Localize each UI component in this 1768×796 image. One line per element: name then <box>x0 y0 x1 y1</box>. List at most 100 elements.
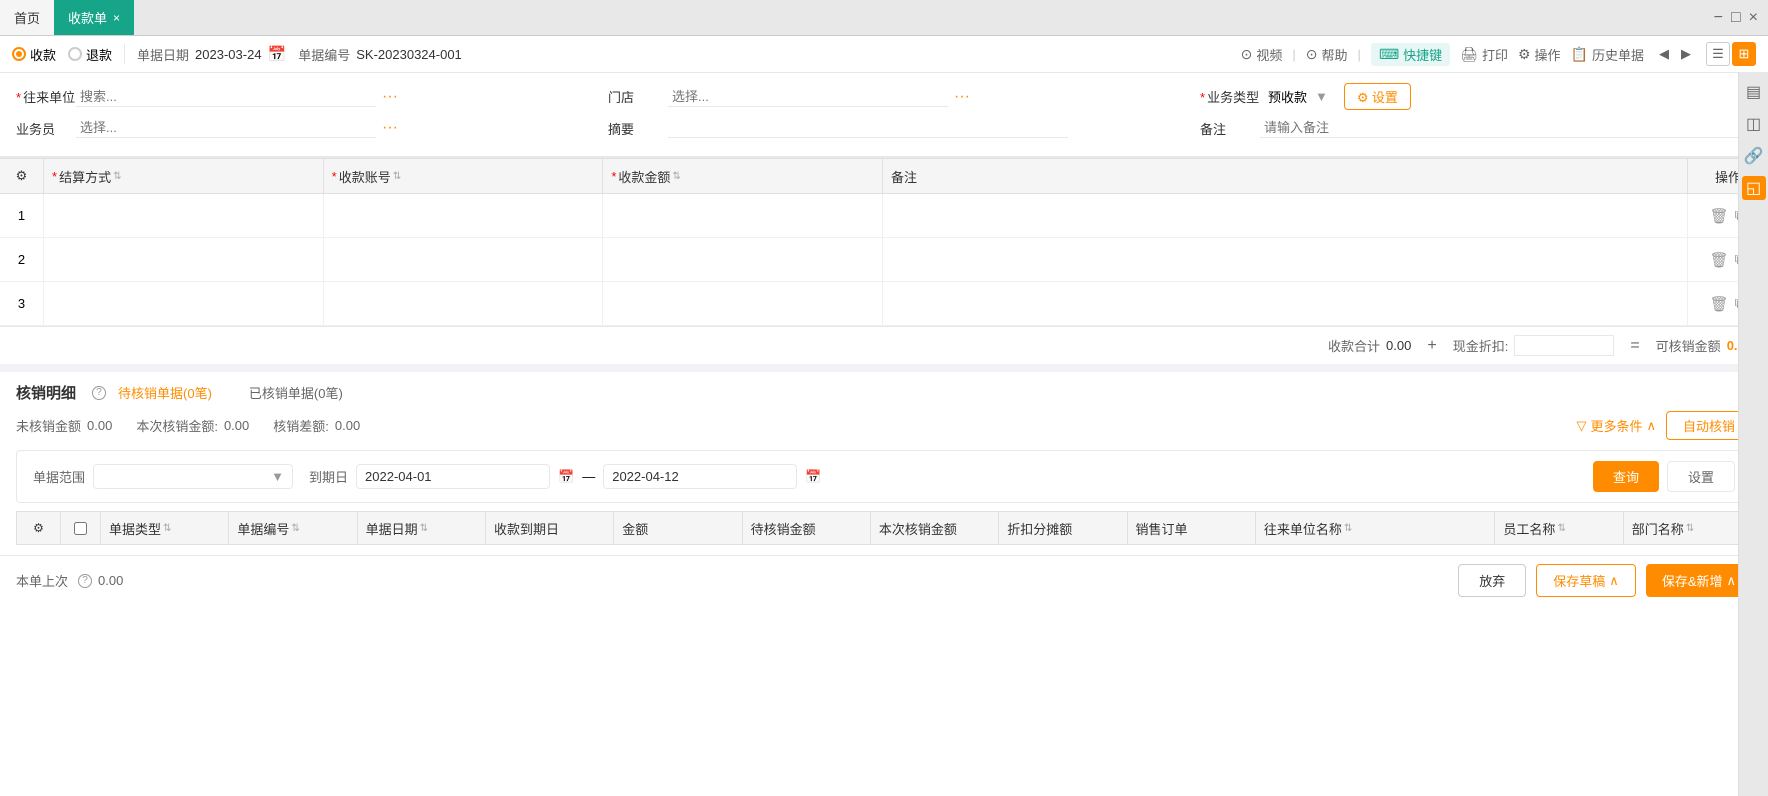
uncancelled-label: 未核销金额 <box>16 416 81 435</box>
query-btn[interactable]: 查询 <box>1593 461 1659 492</box>
this-cancel-label: 本次核销金额: <box>136 416 218 435</box>
counterparty-more-btn[interactable]: ··· <box>376 88 404 106</box>
salesperson-input[interactable] <box>76 118 376 138</box>
sort-icon-amount[interactable]: ⇅ <box>672 171 680 182</box>
save-new-arrow-icon: ∧ <box>1726 573 1736 589</box>
save-draft-btn[interactable]: 保存草稿 ∧ <box>1536 564 1636 597</box>
verify-info-icon[interactable]: ? <box>92 386 106 400</box>
sort-icon-account[interactable]: ⇅ <box>393 171 401 182</box>
pending-tab[interactable]: 待核销单据(0笔) <box>118 383 212 402</box>
summary-label: 摘要 <box>608 119 668 138</box>
print-btn[interactable]: 🖨 打印 <box>1460 45 1508 64</box>
note-input[interactable] <box>1260 118 1752 138</box>
date-end-input[interactable] <box>603 464 797 489</box>
total-label: 收款合计 <box>1328 336 1380 355</box>
dth-check[interactable] <box>61 512 101 544</box>
grid-view-btn[interactable]: ⊞ <box>1732 42 1756 66</box>
delete-icon-3[interactable]: 🗑 <box>1710 295 1729 313</box>
window-close-icon[interactable]: × <box>1749 9 1758 27</box>
dth-thisverify: 本次核销金额 <box>871 512 999 544</box>
calendar-end-icon[interactable]: 📅 <box>805 469 821 485</box>
minimize-icon[interactable]: − <box>1714 9 1723 27</box>
calendar-start-icon[interactable]: 📅 <box>558 469 574 485</box>
row-account-1[interactable] <box>324 194 604 237</box>
operation-label: 操作 <box>1535 45 1561 64</box>
rpanel-table-icon[interactable]: ▤ <box>1742 80 1766 104</box>
help-icon: ⊙ <box>1306 46 1318 63</box>
row-remark-3[interactable] <box>883 282 1688 325</box>
shortcut-btn[interactable]: ⌨ 快捷键 <box>1371 43 1450 66</box>
discount-input[interactable] <box>1514 335 1614 356</box>
select-all-checkbox[interactable] <box>74 522 87 535</box>
filter-buttons: 查询 设置 <box>1593 461 1735 492</box>
calendar-icon[interactable]: 📅 <box>268 45 287 63</box>
date-start-input[interactable] <box>356 464 550 489</box>
salesperson-more-btn[interactable]: ··· <box>376 119 404 137</box>
business-type-dropdown[interactable]: ▼ <box>1315 89 1328 104</box>
tab-close-icon[interactable]: × <box>113 11 120 25</box>
counterparty-input[interactable] <box>76 87 376 107</box>
sort-company-icon[interactable]: ⇅ <box>1344 523 1352 534</box>
row-settlement-2[interactable] <box>44 238 324 281</box>
save-draft-arrow-icon: ∧ <box>1609 573 1619 589</box>
operation-btn[interactable]: ⚙ 操作 <box>1518 45 1561 64</box>
dth-gear[interactable]: ⚙ <box>17 512 61 544</box>
prev-arrow[interactable]: ◀ <box>1654 44 1674 64</box>
note-label: 备注 <box>1200 119 1260 138</box>
row-settlement-3[interactable] <box>44 282 324 325</box>
abandon-btn[interactable]: 放弃 <box>1458 564 1526 597</box>
sort-dept-icon[interactable]: ⇅ <box>1686 523 1694 534</box>
print-icon: 🖨 <box>1460 46 1478 63</box>
row-account-2[interactable] <box>324 238 604 281</box>
row-num-3: 3 <box>0 282 44 325</box>
radio-receipt[interactable]: 收款 <box>12 45 56 64</box>
completed-tab[interactable]: 已核销单据(0笔) <box>249 383 343 402</box>
video-icon: ⊙ <box>1241 46 1253 63</box>
maximize-icon[interactable]: □ <box>1731 9 1741 27</box>
th-gear[interactable]: ⚙ <box>0 159 44 193</box>
bottom-info-icon[interactable]: ? <box>78 574 92 588</box>
delete-icon-2[interactable]: 🗑 <box>1710 251 1729 269</box>
row-remark-1[interactable] <box>883 194 1688 237</box>
date-value[interactable]: 2023-03-24 <box>195 47 262 62</box>
more-conditions-btn[interactable]: ▽ 更多条件 ∧ <box>1576 416 1656 435</box>
row-remark-2[interactable] <box>883 238 1688 281</box>
main-content: 收款 退款 单据日期 2023-03-24 📅 单据编号 SK-20230324… <box>0 36 1768 796</box>
help-btn[interactable]: ⊙ 帮助 <box>1306 45 1348 64</box>
verify-info: 未核销金额 0.00 本次核销金额: 0.00 核销差额: 0.00 ▽ 更多条… <box>16 411 1752 440</box>
store-input[interactable] <box>668 87 948 107</box>
sort-type-icon[interactable]: ⇅ <box>163 523 171 534</box>
filter-row: 单据范围 ▼ 到期日 📅 — 📅 查询 <box>16 450 1752 503</box>
counterparty-label: 往来单位 <box>16 87 76 106</box>
radio-refund[interactable]: 退款 <box>68 45 112 64</box>
next-arrow[interactable]: ▶ <box>1676 44 1696 64</box>
sort-date-icon[interactable]: ⇅ <box>420 523 428 534</box>
sort-num-icon[interactable]: ⇅ <box>291 523 299 534</box>
row-amount-2[interactable] <box>603 238 883 281</box>
summary-input[interactable] <box>668 118 1068 138</box>
rpanel-layout-icon[interactable]: ◫ <box>1742 112 1766 136</box>
store-more-btn[interactable]: ··· <box>948 88 976 106</box>
range-select[interactable]: ▼ <box>93 464 293 489</box>
sort-employee-icon[interactable]: ⇅ <box>1557 523 1565 534</box>
video-btn[interactable]: ⊙ 视频 <box>1241 45 1283 64</box>
tab-home[interactable]: 首页 <box>0 0 54 35</box>
number-value[interactable]: SK-20230324-001 <box>356 47 462 62</box>
row-amount-1[interactable] <box>603 194 883 237</box>
sort-icon-settlement[interactable]: ⇅ <box>113 171 121 182</box>
filter-settings-btn[interactable]: 设置 <box>1667 461 1735 492</box>
delete-icon-1[interactable]: 🗑 <box>1710 207 1729 225</box>
settings-btn[interactable]: ⚙ 设置 <box>1344 83 1411 110</box>
rpanel-link-icon[interactable]: 🔗 <box>1742 144 1766 168</box>
list-view-btn[interactable]: ☰ <box>1706 42 1730 66</box>
history-btn[interactable]: 📋 历史单据 <box>1571 45 1644 64</box>
save-new-btn[interactable]: 保存&新增 ∧ <box>1646 564 1752 597</box>
tab-receipt[interactable]: 收款单 × <box>54 0 134 35</box>
plus-sign: + <box>1427 337 1436 355</box>
row-account-3[interactable] <box>324 282 604 325</box>
salesperson-field: 业务员 ··· <box>16 118 568 138</box>
row-amount-3[interactable] <box>603 282 883 325</box>
rpanel-expand-icon[interactable]: ◱ <box>1742 176 1766 200</box>
number-field: 单据编号 SK-20230324-001 <box>298 45 462 64</box>
row-settlement-1[interactable] <box>44 194 324 237</box>
